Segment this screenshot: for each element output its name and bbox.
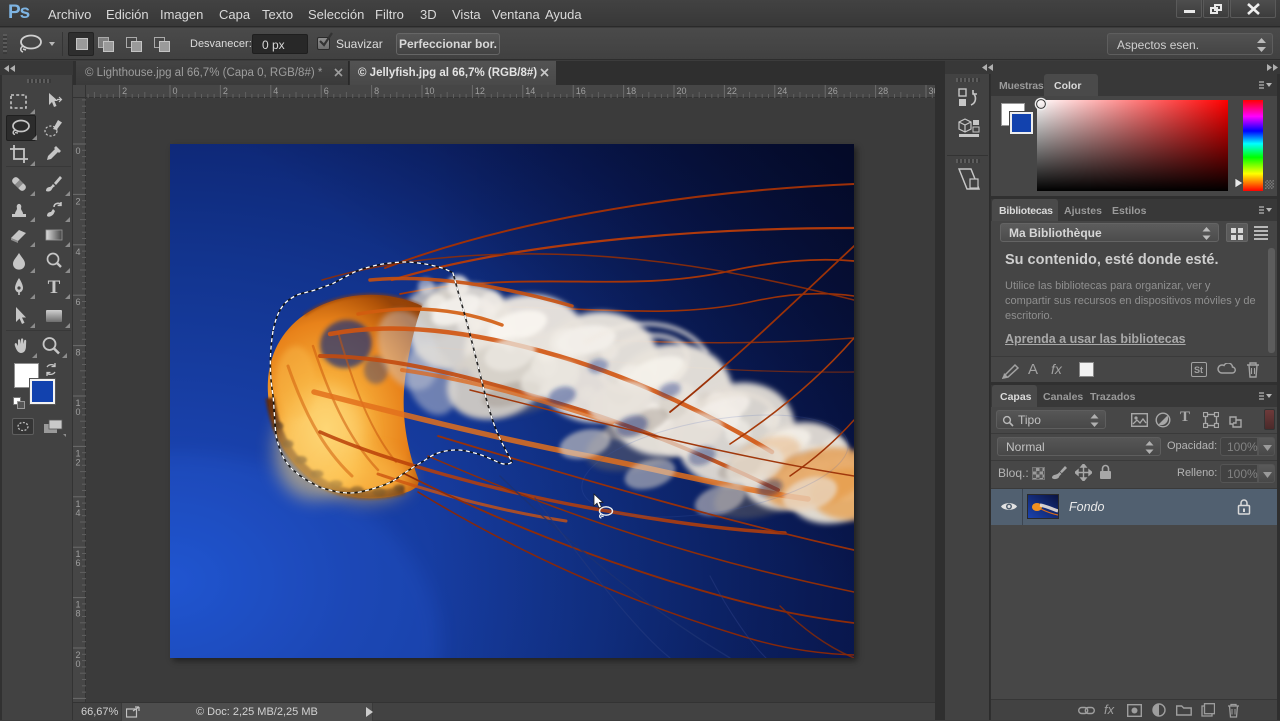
svg-text:4: 4 [273,86,278,96]
svg-text:8: 8 [76,348,81,358]
svg-text:T: T [48,277,61,298]
svg-text:0: 0 [76,659,81,669]
svg-text:16: 16 [576,86,586,96]
svg-text:2: 2 [76,196,81,206]
svg-text:12: 12 [475,86,485,96]
svg-text:4: 4 [76,508,81,518]
svg-text:0: 0 [173,86,178,96]
svg-text:26: 26 [828,86,838,96]
svg-text:20: 20 [677,86,687,96]
svg-text:18: 18 [626,86,636,96]
svg-text:2: 2 [122,86,127,96]
svg-text:10: 10 [425,86,435,96]
svg-text:2: 2 [223,86,228,96]
svg-text:8: 8 [374,86,379,96]
svg-text:8: 8 [76,609,81,619]
svg-text:2: 2 [76,457,81,467]
svg-text:28: 28 [878,86,888,96]
svg-text:14: 14 [525,86,535,96]
svg-text:0: 0 [76,146,81,156]
svg-text:0: 0 [76,407,81,417]
svg-text:6: 6 [76,297,81,307]
svg-text:4: 4 [76,247,81,257]
svg-text:6: 6 [76,558,81,568]
svg-text:22: 22 [727,86,737,96]
svg-text:6: 6 [324,86,329,96]
svg-text:24: 24 [777,86,787,96]
